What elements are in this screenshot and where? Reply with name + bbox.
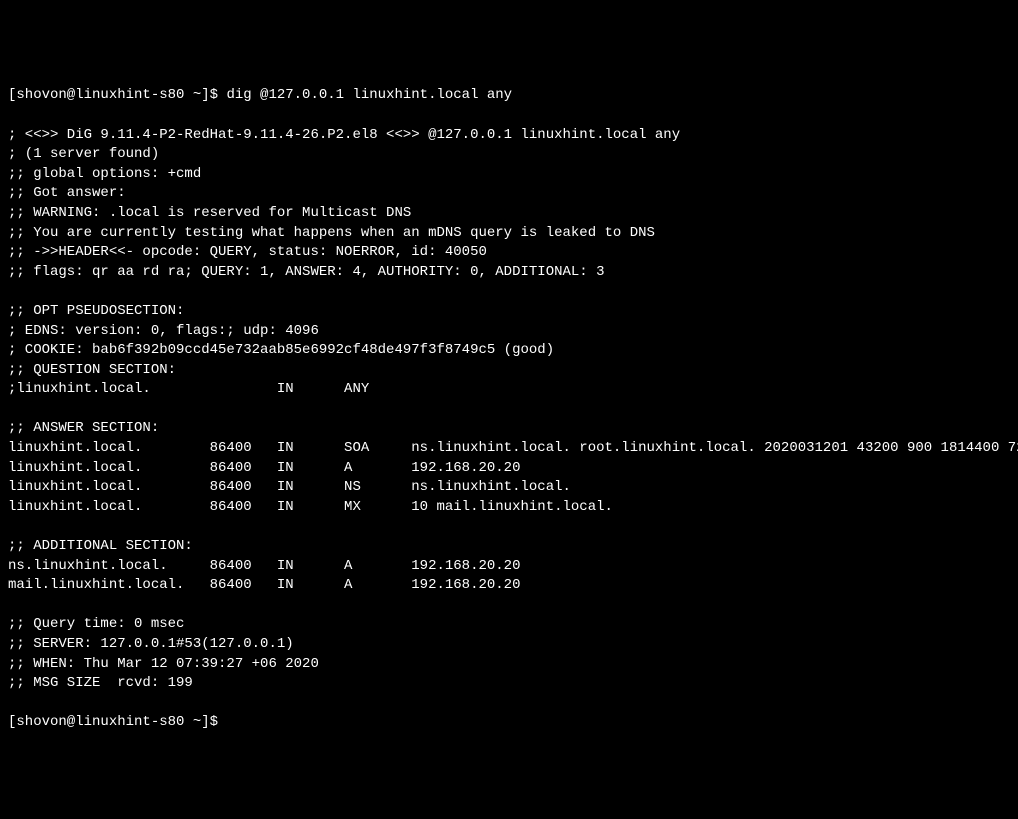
terminal-prompt-line-2[interactable]: [shovon@linuxhint-s80 ~]$: [8, 714, 226, 730]
server-found-line: ; (1 server found): [8, 146, 159, 162]
question-section-title: ;; QUESTION SECTION:: [8, 362, 176, 378]
prompt-prefix: [shovon@linuxhint-s80 ~]$: [8, 714, 226, 730]
terminal-prompt-line-1: [shovon@linuxhint-s80 ~]$ dig @127.0.0.1…: [8, 87, 512, 103]
server-line: ;; SERVER: 127.0.0.1#53(127.0.0.1): [8, 636, 294, 652]
answer-soa-line: linuxhint.local. 86400 IN SOA ns.linuxhi…: [8, 440, 1018, 456]
dig-command: dig @127.0.0.1 linuxhint.local any: [226, 87, 512, 103]
answer-section-title: ;; ANSWER SECTION:: [8, 420, 159, 436]
flags-line: ;; flags: qr aa rd ra; QUERY: 1, ANSWER:…: [8, 264, 605, 280]
dig-version-line: ; <<>> DiG 9.11.4-P2-RedHat-9.11.4-26.P2…: [8, 127, 680, 143]
when-line: ;; WHEN: Thu Mar 12 07:39:27 +06 2020: [8, 656, 319, 672]
mdns-line: ;; You are currently testing what happen…: [8, 225, 655, 241]
edns-line: ; EDNS: version: 0, flags:; udp: 4096: [8, 323, 319, 339]
global-options-line: ;; global options: +cmd: [8, 166, 201, 182]
warning-line: ;; WARNING: .local is reserved for Multi…: [8, 205, 411, 221]
answer-ns-line: linuxhint.local. 86400 IN NS ns.linuxhin…: [8, 479, 571, 495]
question-line: ;linuxhint.local. IN ANY: [8, 381, 369, 397]
query-time-line: ;; Query time: 0 msec: [8, 616, 184, 632]
opt-section-title: ;; OPT PSEUDOSECTION:: [8, 303, 184, 319]
got-answer-line: ;; Got answer:: [8, 185, 126, 201]
header-opcode-line: ;; ->>HEADER<<- opcode: QUERY, status: N…: [8, 244, 487, 260]
msg-size-line: ;; MSG SIZE rcvd: 199: [8, 675, 193, 691]
additional-ns-line: ns.linuxhint.local. 86400 IN A 192.168.2…: [8, 558, 520, 574]
cookie-line: ; COOKIE: bab6f392b09ccd45e732aab85e6992…: [8, 342, 554, 358]
answer-mx-line: linuxhint.local. 86400 IN MX 10 mail.lin…: [8, 499, 613, 515]
answer-a-line: linuxhint.local. 86400 IN A 192.168.20.2…: [8, 460, 520, 476]
additional-mail-line: mail.linuxhint.local. 86400 IN A 192.168…: [8, 577, 520, 593]
prompt-prefix: [shovon@linuxhint-s80 ~]$: [8, 87, 226, 103]
